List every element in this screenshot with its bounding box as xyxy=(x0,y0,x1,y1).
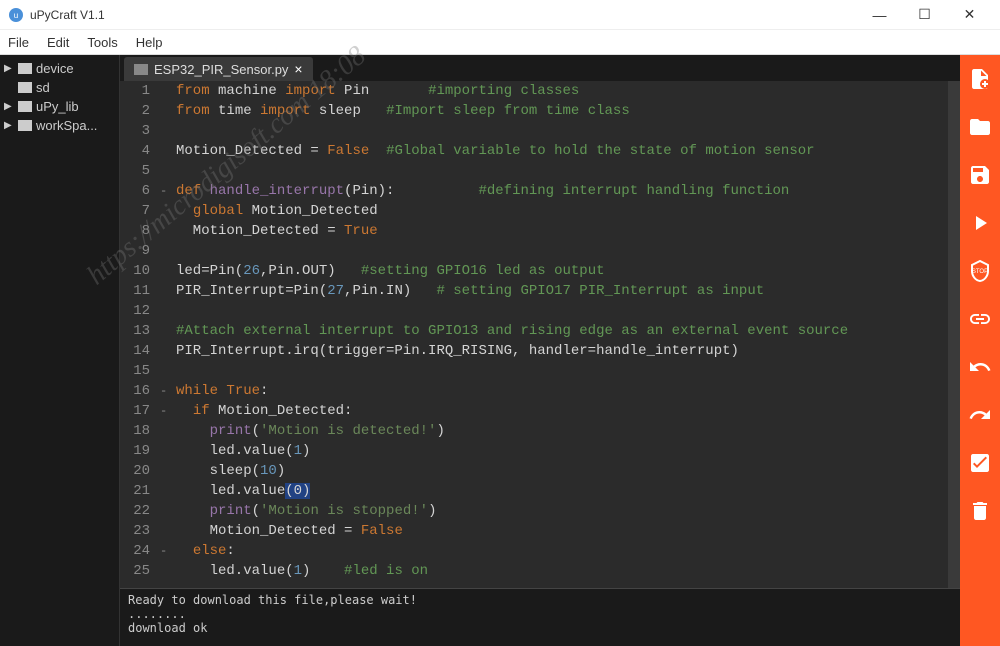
stop-button[interactable]: STOP xyxy=(964,255,996,287)
tree-item-sd[interactable]: sd xyxy=(0,78,119,97)
redo-button[interactable] xyxy=(964,399,996,431)
editor-container: ESP32_PIR_Sensor.py × 1 2 3 4 5 6 7 8 9 … xyxy=(120,55,960,646)
minimize-button[interactable]: — xyxy=(857,0,902,30)
code-editor[interactable]: 1 2 3 4 5 6 7 8 9 10 11 12 13 14 15 16 1… xyxy=(120,81,960,588)
syntax-check-button[interactable] xyxy=(964,447,996,479)
clear-button[interactable] xyxy=(964,495,996,527)
tab-close-icon[interactable]: × xyxy=(294,61,302,77)
menu-help[interactable]: Help xyxy=(136,35,163,50)
open-folder-button[interactable] xyxy=(964,111,996,143)
tab-bar: ESP32_PIR_Sensor.py × xyxy=(120,55,960,81)
folder-icon xyxy=(18,120,32,131)
tree-item-device[interactable]: ▶device xyxy=(0,59,119,78)
menubar: File Edit Tools Help xyxy=(0,30,1000,55)
save-button[interactable] xyxy=(964,159,996,191)
code-content[interactable]: from machine import Pin #importing class… xyxy=(176,81,948,588)
file-tree: ▶device sd ▶uPy_lib ▶workSpa... xyxy=(0,55,120,646)
toolbar-right: STOP xyxy=(960,55,1000,646)
tab-active[interactable]: ESP32_PIR_Sensor.py × xyxy=(124,57,313,81)
svg-text:STOP: STOP xyxy=(972,269,988,275)
fold-gutter[interactable]: - - - - xyxy=(160,81,176,588)
scrollbar-vertical[interactable] xyxy=(948,81,960,588)
folder-icon xyxy=(18,101,32,112)
close-button[interactable]: ✕ xyxy=(947,0,992,30)
console-output[interactable]: Ready to download this file,please wait!… xyxy=(120,588,960,646)
tree-item-upy-lib[interactable]: ▶uPy_lib xyxy=(0,97,119,116)
new-file-button[interactable] xyxy=(964,63,996,95)
connect-button[interactable] xyxy=(964,303,996,335)
window-title: uPyCraft V1.1 xyxy=(30,8,857,22)
menu-file[interactable]: File xyxy=(8,35,29,50)
chevron-right-icon: ▶ xyxy=(4,63,14,74)
tab-filename: ESP32_PIR_Sensor.py xyxy=(154,62,288,77)
window-controls: — ☐ ✕ xyxy=(857,0,992,30)
svg-text:u: u xyxy=(14,11,18,20)
chevron-right-icon: ▶ xyxy=(4,101,14,112)
menu-tools[interactable]: Tools xyxy=(87,35,117,50)
tree-item-workspace[interactable]: ▶workSpa... xyxy=(0,116,119,135)
file-icon xyxy=(134,64,148,75)
maximize-button[interactable]: ☐ xyxy=(902,0,947,30)
main-area: ▶device sd ▶uPy_lib ▶workSpa... ESP32_PI… xyxy=(0,55,1000,646)
menu-edit[interactable]: Edit xyxy=(47,35,69,50)
folder-icon xyxy=(18,82,32,93)
run-button[interactable] xyxy=(964,207,996,239)
line-numbers: 1 2 3 4 5 6 7 8 9 10 11 12 13 14 15 16 1… xyxy=(120,81,160,588)
chevron-right-icon: ▶ xyxy=(4,120,14,131)
titlebar: u uPyCraft V1.1 — ☐ ✕ xyxy=(0,0,1000,30)
app-icon: u xyxy=(8,7,24,23)
folder-icon xyxy=(18,63,32,74)
undo-button[interactable] xyxy=(964,351,996,383)
